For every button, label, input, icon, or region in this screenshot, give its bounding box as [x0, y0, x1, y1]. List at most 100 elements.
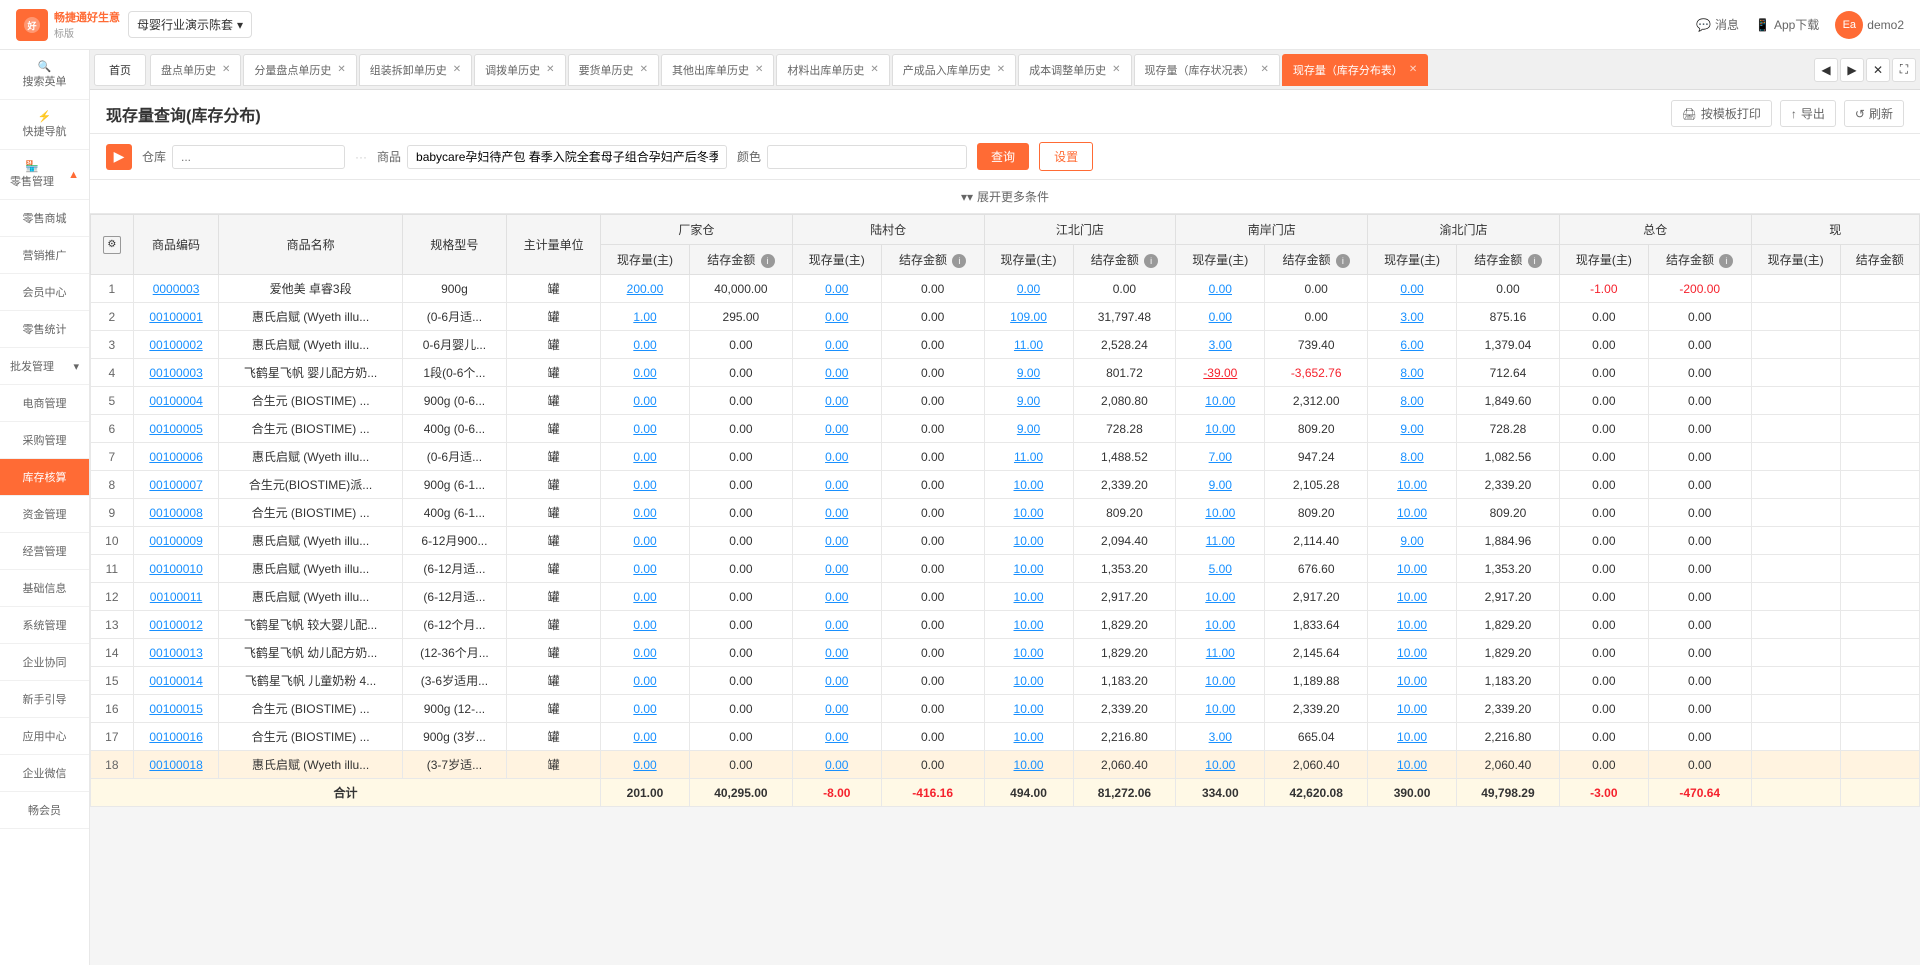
- table-cell[interactable]: 0.00: [792, 331, 881, 359]
- table-cell[interactable]: 10.00: [984, 471, 1073, 499]
- info-icon[interactable]: i: [1144, 254, 1158, 268]
- table-cell[interactable]: 0.00: [792, 583, 881, 611]
- sidebar-item-retail-shop[interactable]: 零售商城: [0, 200, 89, 237]
- table-cell[interactable]: 0.00: [601, 667, 690, 695]
- table-cell[interactable]: 0.00: [792, 667, 881, 695]
- export-btn[interactable]: ↑ 导出: [1780, 100, 1836, 127]
- table-cell[interactable]: 00100007: [133, 471, 219, 499]
- table-cell[interactable]: 10.00: [1176, 387, 1265, 415]
- table-cell[interactable]: 0.00: [792, 443, 881, 471]
- table-cell[interactable]: 10.00: [1368, 499, 1457, 527]
- table-cell[interactable]: 10.00: [1368, 583, 1457, 611]
- table-cell[interactable]: 6.00: [1368, 331, 1457, 359]
- table-cell[interactable]: 0.00: [792, 639, 881, 667]
- sidebar-item-wecom[interactable]: 企业微信: [0, 755, 89, 792]
- tab-prev-btn[interactable]: ◀: [1814, 58, 1838, 82]
- tab-next-btn[interactable]: ▶: [1840, 58, 1864, 82]
- close-icon[interactable]: ✕: [337, 64, 345, 75]
- industry-selector[interactable]: 母婴行业演示陈套 ▾: [128, 11, 252, 38]
- sidebar-item-apps[interactable]: 应用中心: [0, 718, 89, 755]
- tab-transfer[interactable]: 调拨单历史 ✕: [474, 54, 565, 86]
- tab-outbound[interactable]: 其他出库单历史 ✕: [661, 54, 774, 86]
- sidebar-item-system[interactable]: 系统管理: [0, 607, 89, 644]
- table-cell[interactable]: 00100002: [133, 331, 219, 359]
- sidebar-item-member2[interactable]: 畅会员: [0, 792, 89, 829]
- table-cell[interactable]: 0.00: [792, 359, 881, 387]
- table-cell[interactable]: 00100015: [133, 695, 219, 723]
- table-cell[interactable]: 0.00: [601, 583, 690, 611]
- tab-order[interactable]: 要货单历史 ✕: [568, 54, 659, 86]
- table-cell[interactable]: 9.00: [1368, 527, 1457, 555]
- table-cell[interactable]: 8.00: [1368, 443, 1457, 471]
- sidebar-item-operations[interactable]: 经营管理: [0, 533, 89, 570]
- table-cell[interactable]: 0.00: [792, 387, 881, 415]
- sidebar-item-guide[interactable]: 新手引导: [0, 681, 89, 718]
- table-cell[interactable]: 00100016: [133, 723, 219, 751]
- table-cell[interactable]: 10.00: [1368, 555, 1457, 583]
- close-icon[interactable]: ✕: [222, 64, 230, 75]
- refresh-btn[interactable]: ↺ 刷新: [1844, 100, 1904, 127]
- collapse-btn[interactable]: ▶: [106, 144, 132, 170]
- table-cell[interactable]: 109.00: [984, 303, 1073, 331]
- table-cell[interactable]: 10.00: [1368, 723, 1457, 751]
- sidebar-item-purchase[interactable]: 采购管理: [0, 422, 89, 459]
- table-cell[interactable]: 10.00: [984, 639, 1073, 667]
- table-cell[interactable]: 0.00: [601, 499, 690, 527]
- sidebar-item-retail-stats[interactable]: 零售统计: [0, 311, 89, 348]
- app-download-btn[interactable]: 📱 App下载: [1755, 16, 1819, 33]
- table-cell[interactable]: 10.00: [1176, 695, 1265, 723]
- close-icon[interactable]: ✕: [453, 64, 461, 75]
- table-cell[interactable]: 8.00: [1368, 359, 1457, 387]
- table-cell[interactable]: 11.00: [1176, 639, 1265, 667]
- table-cell[interactable]: 10.00: [1368, 751, 1457, 779]
- table-cell[interactable]: 0.00: [792, 555, 881, 583]
- print-btn[interactable]: 🖨 按模板打印: [1671, 100, 1772, 127]
- table-cell[interactable]: 0.00: [792, 471, 881, 499]
- table-cell[interactable]: 0.00: [792, 611, 881, 639]
- table-cell[interactable]: 00100009: [133, 527, 219, 555]
- table-cell[interactable]: 1.00: [601, 303, 690, 331]
- table-cell[interactable]: 00100011: [133, 583, 219, 611]
- tab-partial-stocktake[interactable]: 分量盘点单历史 ✕: [243, 54, 356, 86]
- table-cell[interactable]: 0.00: [792, 499, 881, 527]
- tab-material-out[interactable]: 材料出库单历史 ✕: [776, 54, 889, 86]
- table-cell[interactable]: 10.00: [1176, 499, 1265, 527]
- sidebar-item-marketing[interactable]: 营销推广: [0, 237, 89, 274]
- table-cell[interactable]: 00100001: [133, 303, 219, 331]
- table-cell[interactable]: 9.00: [984, 359, 1073, 387]
- table-cell[interactable]: 8.00: [1368, 387, 1457, 415]
- table-cell[interactable]: 9.00: [1176, 471, 1265, 499]
- close-icon[interactable]: ✕: [755, 64, 763, 75]
- tab-fullscreen-btn[interactable]: ⛶: [1892, 58, 1916, 82]
- close-icon[interactable]: ✕: [1261, 64, 1269, 75]
- table-cell[interactable]: 10.00: [984, 667, 1073, 695]
- table-cell[interactable]: 0.00: [601, 471, 690, 499]
- table-cell[interactable]: 10.00: [1176, 415, 1265, 443]
- info-icon[interactable]: i: [1336, 254, 1350, 268]
- table-cell[interactable]: 00100005: [133, 415, 219, 443]
- table-cell[interactable]: 10.00: [1176, 583, 1265, 611]
- sidebar-item-enterprise[interactable]: 企业协同: [0, 644, 89, 681]
- table-cell[interactable]: 3.00: [1368, 303, 1457, 331]
- table-cell[interactable]: 9.00: [984, 387, 1073, 415]
- table-cell[interactable]: 0.00: [601, 611, 690, 639]
- close-icon[interactable]: ✕: [870, 64, 878, 75]
- table-cell[interactable]: 10.00: [1176, 751, 1265, 779]
- table-cell[interactable]: 10.00: [984, 499, 1073, 527]
- tab-stock-status[interactable]: 现存量（库存状况表） ✕: [1134, 54, 1280, 86]
- table-cell[interactable]: 9.00: [984, 415, 1073, 443]
- table-cell[interactable]: 3.00: [1176, 723, 1265, 751]
- info-icon[interactable]: i: [761, 254, 775, 268]
- sidebar-item-ecommerce[interactable]: 电商管理: [0, 385, 89, 422]
- table-cell[interactable]: 10.00: [984, 527, 1073, 555]
- table-cell[interactable]: 00100004: [133, 387, 219, 415]
- table-cell[interactable]: 9.00: [1368, 415, 1457, 443]
- tab-assembly[interactable]: 组装拆卸单历史 ✕: [359, 54, 472, 86]
- table-cell[interactable]: 0.00: [601, 527, 690, 555]
- table-cell[interactable]: -39.00: [1176, 359, 1265, 387]
- table-cell[interactable]: 00100003: [133, 359, 219, 387]
- table-cell[interactable]: 5.00: [1176, 555, 1265, 583]
- sidebar-item-wholesale[interactable]: 批发管理 ▾: [0, 348, 89, 385]
- table-cell[interactable]: 10.00: [1368, 639, 1457, 667]
- sidebar-item-retail-mgmt[interactable]: 🏪 零售管理 ▲: [0, 150, 89, 200]
